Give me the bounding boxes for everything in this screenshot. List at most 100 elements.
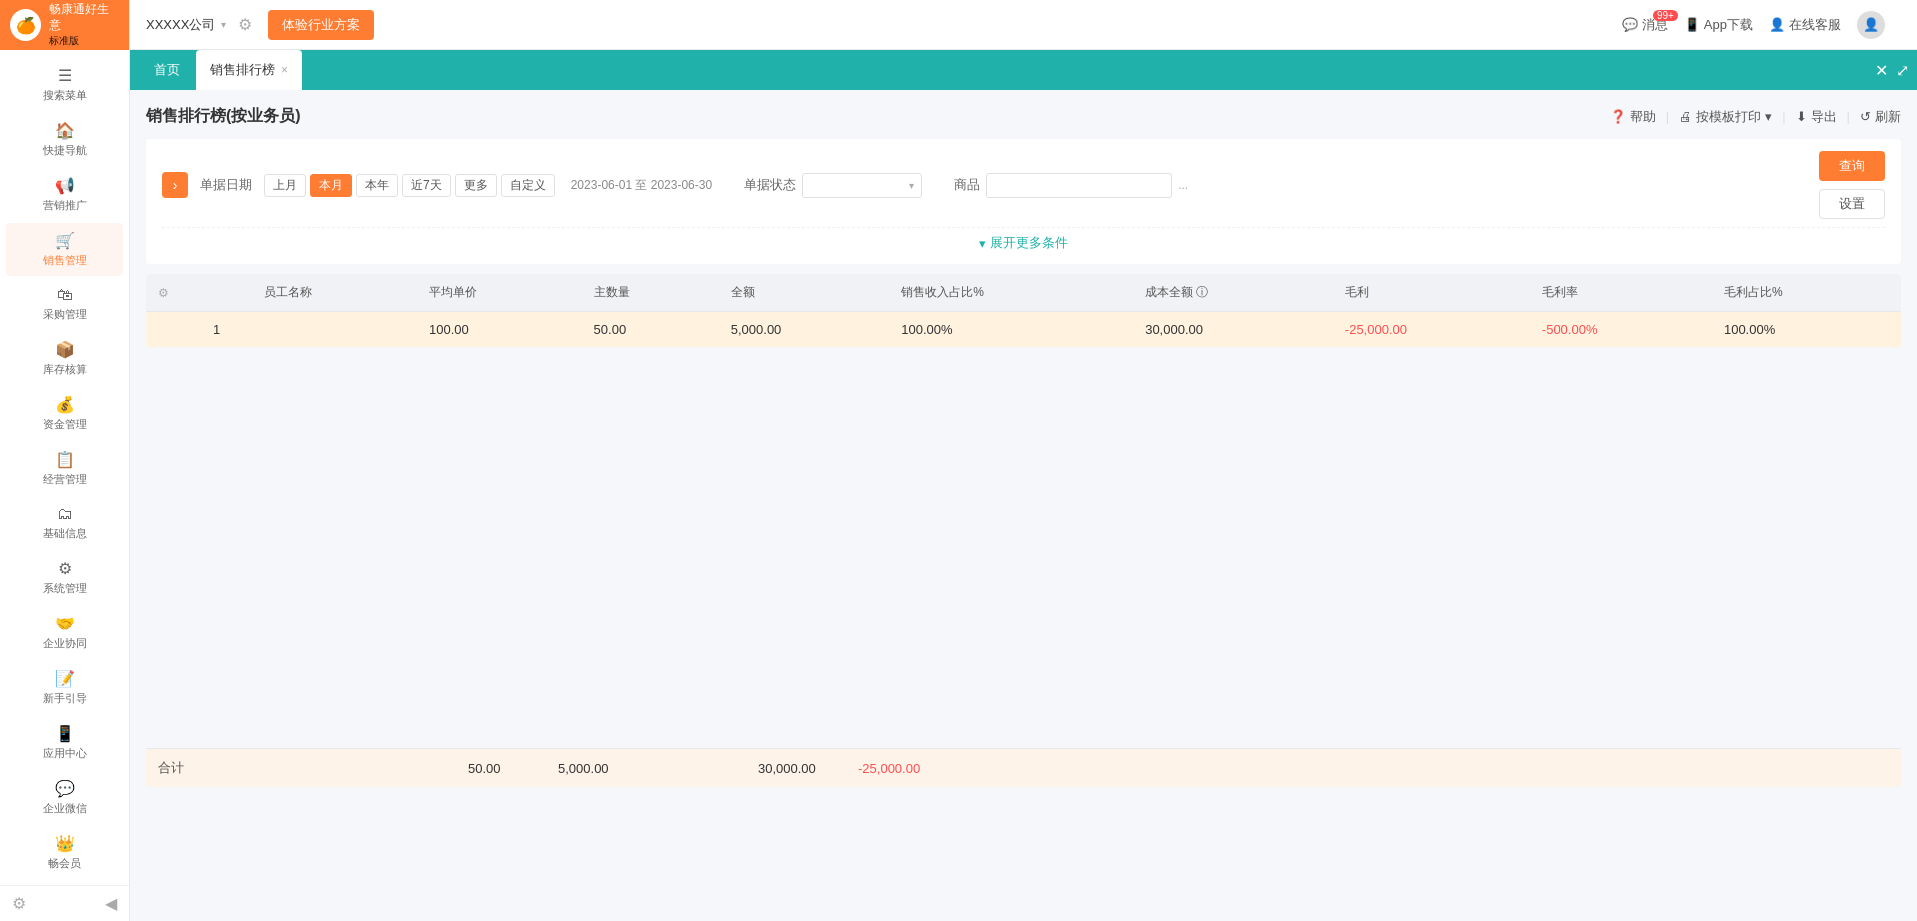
inventory-icon: 📦 <box>55 340 75 359</box>
page-actions: ❓ 帮助 | 🖨 按模板打印 ▾ | ⬇ 导出 | ↺ 刷新 <box>1610 108 1901 126</box>
sidebar-item-operations[interactable]: 📋 经营管理 <box>6 442 123 495</box>
sidebar-item-purchase[interactable]: 🛍 采购管理 <box>6 278 123 330</box>
service-label: 在线客服 <box>1789 16 1841 34</box>
sidebar-item-quick-nav[interactable]: 🏠 快捷导航 <box>6 113 123 166</box>
sidebar-item-label: 搜索菜单 <box>43 88 87 103</box>
topbar-right: 💬 消息 99+ 📱 App下载 👤 在线客服 👤 <box>1622 11 1901 39</box>
th-qty: 主数量 <box>582 274 719 312</box>
app-icon: 📱 <box>1684 17 1700 32</box>
th-amount: 全额 <box>719 274 890 312</box>
print-btn[interactable]: 🖨 按模板打印 ▾ <box>1679 108 1772 126</box>
tabbar: 首页 销售排行榜 × ✕ ⤢ <box>130 50 1917 90</box>
date-btn-7days[interactable]: 近7天 <box>402 174 451 197</box>
tab-sales-ranking[interactable]: 销售排行榜 × <box>196 50 302 90</box>
export-btn[interactable]: ⬇ 导出 <box>1796 108 1837 126</box>
footer-amount: 5,000.00 <box>558 761 658 776</box>
sidebar-item-basic-info[interactable]: 🗂 基础信息 <box>6 497 123 549</box>
tab-home[interactable]: 首页 <box>138 50 196 90</box>
sidebar-item-wechat[interactable]: 💬 企业微信 <box>6 771 123 824</box>
sidebar-logo: 🍊 畅康通好生意 标准版 <box>0 0 129 50</box>
th-gross-rate: 毛利率 <box>1530 274 1712 312</box>
refresh-btn[interactable]: ↺ 刷新 <box>1860 108 1901 126</box>
sidebar-item-label: 快捷导航 <box>43 143 87 158</box>
help-btn[interactable]: ❓ 帮助 <box>1610 108 1656 126</box>
message-badge: 99+ <box>1653 10 1678 21</box>
company-dropdown-arrow: ▾ <box>221 19 226 30</box>
date-btn-more[interactable]: 更多 <box>455 174 497 197</box>
expand-icon[interactable]: ⤢ <box>1896 61 1909 80</box>
date-btn-this-year[interactable]: 本年 <box>356 174 398 197</box>
company-name: XXXXX公司 <box>146 16 215 34</box>
search-order-icon: ☰ <box>58 66 72 85</box>
logo-title: 畅康通好生意 <box>49 2 119 33</box>
td-avg-price: 100.00 <box>417 312 582 348</box>
sidebar-item-label: 企业微信 <box>43 801 87 816</box>
sidebar-item-system[interactable]: ⚙ 系统管理 <box>6 551 123 604</box>
basic-info-icon: 🗂 <box>57 505 73 523</box>
close-all-tabs-icon[interactable]: ✕ <box>1875 61 1888 80</box>
td-gross-pct: 100.00% <box>1712 312 1901 348</box>
sidebar-item-marketing[interactable]: 📢 营销推广 <box>6 168 123 221</box>
sidebar-item-app-center[interactable]: 📱 应用中心 <box>6 716 123 769</box>
print-label: 按模板打印 <box>1696 108 1761 126</box>
date-btn-custom[interactable]: 自定义 <box>501 174 555 197</box>
sidebar-item-guide[interactable]: 📝 新手引导 <box>6 661 123 714</box>
guide-icon: 📝 <box>55 669 75 688</box>
home-tab-label: 首页 <box>154 61 180 79</box>
settings-icon[interactable]: ⚙ <box>12 894 26 913</box>
date-btn-last-month[interactable]: 上月 <box>264 174 306 197</box>
sidebar-item-sales[interactable]: 🛒 销售管理 <box>6 223 123 276</box>
goods-input[interactable] <box>986 173 1172 198</box>
th-setting[interactable]: ⚙ <box>146 274 181 312</box>
data-table: ⚙ 员工名称 平均单价 主数量 全额 销售收入占比% 成本全额 ⓘ 毛利 毛利率… <box>146 274 1901 348</box>
online-service-btn[interactable]: 👤 在线客服 <box>1769 16 1841 34</box>
th-sales-pct: 销售收入占比% <box>889 274 1133 312</box>
app-download-btn[interactable]: 📱 App下载 <box>1684 16 1753 34</box>
service-icon: 👤 <box>1769 17 1785 32</box>
page-header: 销售排行榜(按业务员) ❓ 帮助 | 🖨 按模板打印 ▾ | ⬇ 导出 | <box>146 106 1901 127</box>
status-filter: 单据状态 <box>744 173 922 198</box>
query-btn[interactable]: 查询 <box>1819 151 1885 181</box>
goods-more-icon[interactable]: ... <box>1178 178 1188 192</box>
close-tab-icon[interactable]: × <box>281 63 288 77</box>
active-tab-label: 销售排行榜 <box>210 61 275 79</box>
operations-icon: 📋 <box>55 450 75 469</box>
export-label: 导出 <box>1811 108 1837 126</box>
sidebar-item-label: 应用中心 <box>43 746 87 761</box>
main-content: XXXXX公司 ▾ ⚙ 体验行业方案 💬 消息 99+ 📱 App下载 👤 在线… <box>130 0 1917 921</box>
table-footer: 合计 50.00 5,000.00 30,000.00 -25,000.00 <box>146 748 1901 787</box>
sidebar-item-member[interactable]: 👑 畅会员 <box>6 826 123 879</box>
footer-qty: 50.00 <box>468 761 558 776</box>
expand-more-btn[interactable]: ▾ 展开更多条件 <box>979 234 1068 252</box>
marketing-icon: 📢 <box>55 176 75 195</box>
logo-icon: 🍊 <box>10 9 41 41</box>
filter-collapse-btn[interactable]: › <box>162 172 188 198</box>
system-icon: ⚙ <box>58 559 72 578</box>
trial-btn[interactable]: 体验行业方案 <box>268 10 374 40</box>
company-selector[interactable]: XXXXX公司 ▾ <box>146 16 226 34</box>
topbar: XXXXX公司 ▾ ⚙ 体验行业方案 💬 消息 99+ 📱 App下载 👤 在线… <box>130 0 1917 50</box>
td-rank: 1 <box>181 312 252 348</box>
sidebar-item-search-order[interactable]: ☰ 搜索菜单 <box>6 58 123 111</box>
date-filter-label: 单据日期 <box>200 176 252 194</box>
collapse-icon[interactable]: ◀ <box>105 894 117 913</box>
sidebar-item-finance[interactable]: 💰 资金管理 <box>6 387 123 440</box>
page-title: 销售排行榜(按业务员) <box>146 106 301 127</box>
settings-gear-icon[interactable]: ⚙ <box>238 15 252 34</box>
filter-bar: › 单据日期 上月 本月 本年 近7天 更多 自定义 2023-06-01 至 … <box>146 139 1901 264</box>
refresh-icon: ↺ <box>1860 109 1871 124</box>
user-avatar[interactable]: 👤 <box>1857 11 1885 39</box>
date-btn-this-month[interactable]: 本月 <box>310 174 352 197</box>
chevron-down-icon: ▾ <box>979 236 986 251</box>
td-sales-pct: 100.00% <box>889 312 1133 348</box>
footer-total-label: 合计 <box>158 759 238 777</box>
export-icon: ⬇ <box>1796 109 1807 124</box>
sidebar-item-collab[interactable]: 🤝 企业协同 <box>6 606 123 659</box>
th-avg-price: 平均单价 <box>417 274 582 312</box>
logo-subtitle: 标准版 <box>49 34 119 48</box>
sidebar-item-inventory[interactable]: 📦 库存核算 <box>6 332 123 385</box>
settings-btn[interactable]: 设置 <box>1819 189 1885 219</box>
message-btn[interactable]: 💬 消息 99+ <box>1622 16 1668 34</box>
purchase-icon: 🛍 <box>57 286 73 304</box>
status-select[interactable] <box>802 173 922 198</box>
